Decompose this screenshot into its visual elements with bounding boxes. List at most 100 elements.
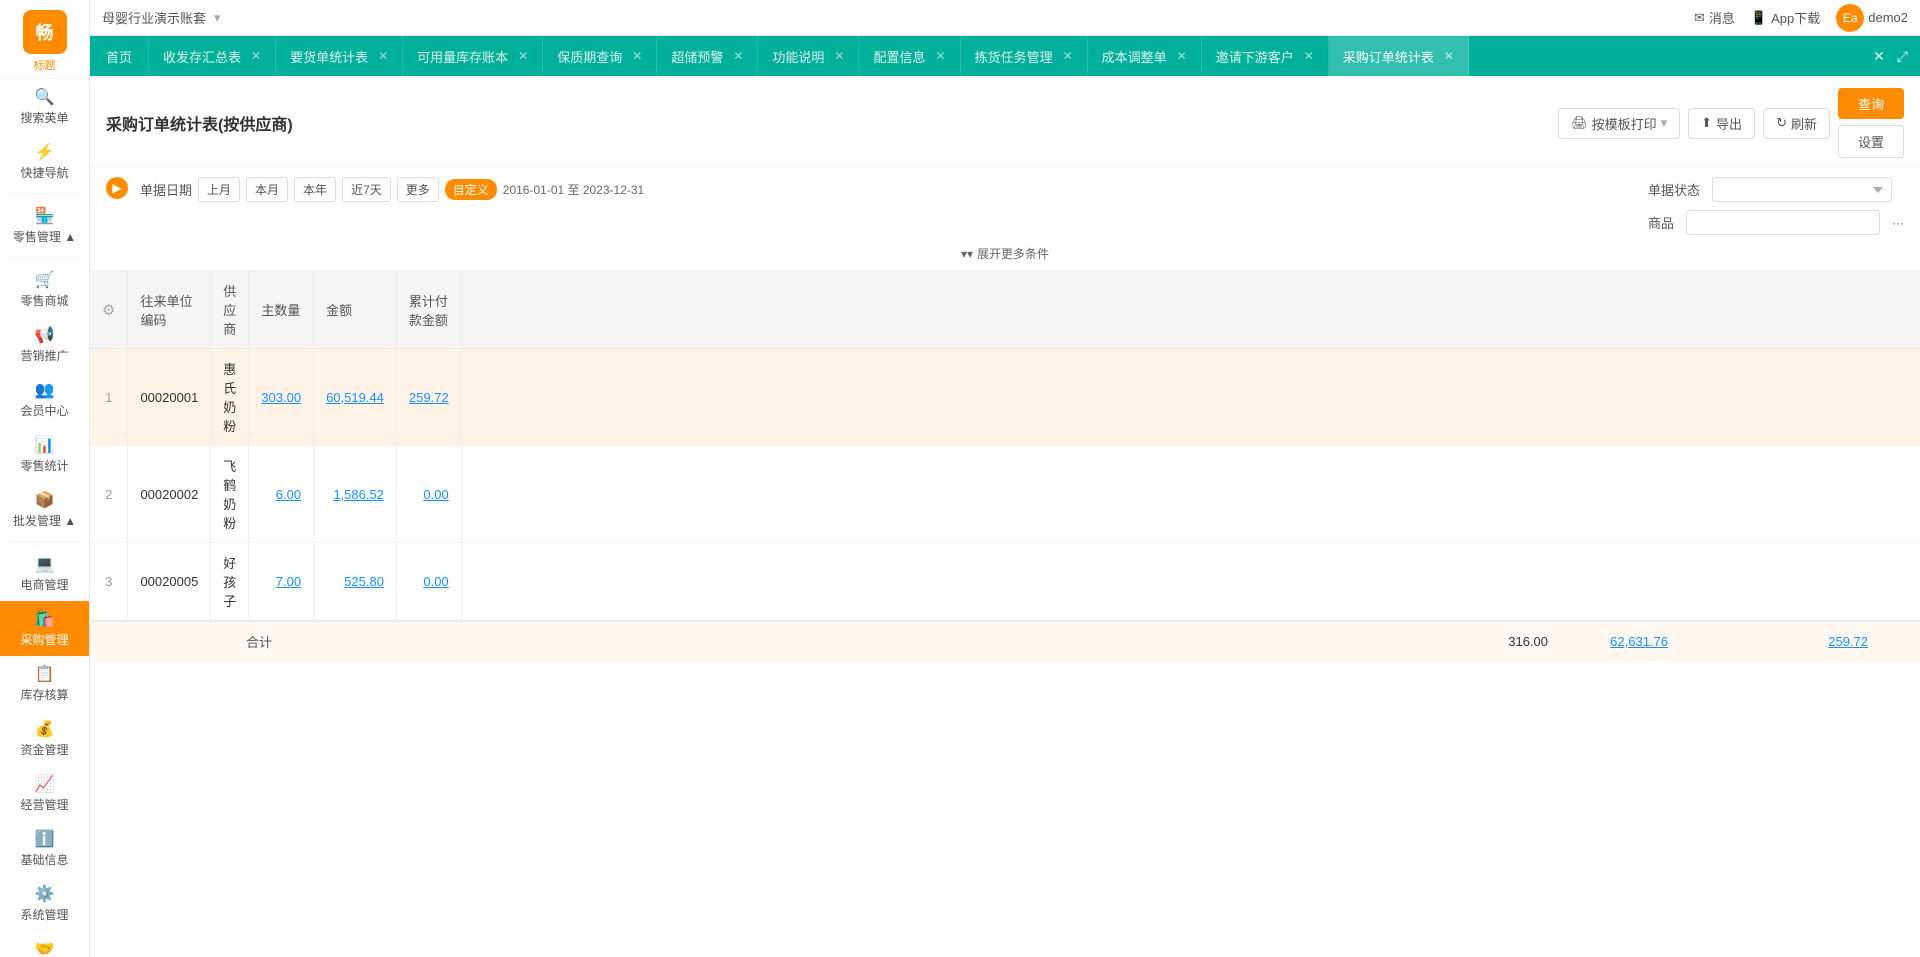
- sidebar-icon-13: ℹ️: [35, 829, 55, 849]
- sidebar-icon-14: ⚙️: [35, 884, 55, 904]
- tab-close-7[interactable]: ✕: [936, 49, 946, 63]
- filter-toggle-button[interactable]: ▶: [106, 177, 128, 199]
- sidebar-item-12[interactable]: 📈 经营管理: [0, 766, 89, 821]
- sidebar-label-9: 采购管理: [20, 631, 68, 648]
- sidebar-item-9[interactable]: 🛍️ 采购管理: [0, 601, 89, 656]
- sidebar-icon-3: 🛒: [35, 270, 55, 290]
- sidebar-item-8[interactable]: 💻 电商管理: [0, 546, 89, 601]
- app-download-action[interactable]: 📱 App下载: [1751, 8, 1820, 27]
- this-year-button[interactable]: 本年: [294, 177, 336, 202]
- refresh-button[interactable]: ↻ 刷新: [1763, 108, 1830, 139]
- sidebar-item-1[interactable]: ⚡ 快捷导航: [0, 134, 89, 189]
- table-row[interactable]: 2 00020002 飞鹤奶粉 6.00 1,586.52 0.00: [90, 446, 1920, 543]
- template-print-button[interactable]: 🖨 按模板打印 ▾: [1558, 108, 1680, 139]
- tab-close-8[interactable]: ✕: [1063, 49, 1073, 63]
- tab-close-9[interactable]: ✕: [1177, 49, 1187, 63]
- tab-close-11[interactable]: ✕: [1444, 49, 1454, 63]
- goods-more-icon[interactable]: ···: [1892, 216, 1904, 230]
- store-dropdown-icon[interactable]: ▾: [214, 10, 221, 26]
- cell-paid-0[interactable]: 259.72: [396, 349, 461, 446]
- restore-tabs-button[interactable]: ⤢: [1893, 44, 1912, 69]
- tab-7[interactable]: 配置信息✕: [859, 36, 960, 76]
- tab-close-5[interactable]: ✕: [733, 49, 743, 63]
- cell-amount-2[interactable]: 525.80: [314, 543, 397, 621]
- user-area[interactable]: Ea demo2: [1836, 4, 1908, 32]
- tab-11[interactable]: 采购订单统计表✕: [1329, 36, 1469, 76]
- cell-qty-1[interactable]: 6.00: [249, 446, 314, 543]
- tab-4[interactable]: 保质期查询✕: [543, 36, 657, 76]
- tab-0[interactable]: 首页: [90, 36, 149, 76]
- sidebar-item-3[interactable]: 🛒 零售商城: [0, 262, 89, 317]
- last-month-button[interactable]: 上月: [198, 177, 240, 202]
- tab-label-2: 要货单统计表: [290, 47, 368, 66]
- cell-paid-1[interactable]: 0.00: [396, 446, 461, 543]
- goods-input[interactable]: [1686, 210, 1880, 235]
- data-table: ⚙ 往来单位编码 供应商 主数量 金额 累计付款金额 1 00020001 惠氏…: [90, 271, 1920, 621]
- tab-close-3[interactable]: ✕: [518, 49, 528, 63]
- sidebar-divider-1: [10, 193, 79, 194]
- sidebar-label-4: 营销推广: [20, 347, 68, 364]
- tab-2[interactable]: 要货单统计表 ✕: [276, 36, 403, 76]
- sidebar-item-2[interactable]: 🏪 零售管理 ▲: [0, 198, 89, 253]
- this-month-button[interactable]: 本月: [246, 177, 288, 202]
- sidebar-item-14[interactable]: ⚙️ 系统管理: [0, 876, 89, 931]
- message-action[interactable]: ✉ 消息: [1694, 8, 1735, 27]
- sidebar-item-13[interactable]: ℹ️ 基础信息: [0, 821, 89, 876]
- table-row[interactable]: 1 00020001 惠氏奶粉 303.00 60,519.44 259.72: [90, 349, 1920, 446]
- cell-no-2: 3: [90, 543, 128, 621]
- cell-no-1: 2: [90, 446, 128, 543]
- tab-9[interactable]: 成本调整单✕: [1088, 36, 1202, 76]
- sidebar-icon-4: 📢: [35, 325, 55, 345]
- goods-filter-row: 商品 ···: [1648, 210, 1904, 235]
- th-paid: 累计付款金额: [396, 271, 461, 349]
- sidebar-item-15[interactable]: 🤝 企业协同: [0, 931, 89, 957]
- status-select[interactable]: [1712, 177, 1892, 202]
- expand-down-icon: ▾▾: [961, 247, 973, 261]
- tab-1[interactable]: 收发存汇总表 ✕: [149, 36, 276, 76]
- sidebar-label-14: 系统管理: [20, 906, 68, 923]
- expand-more-bar[interactable]: ▾▾ 展开更多条件: [90, 241, 1920, 270]
- tab-10[interactable]: 邀请下游客户✕: [1202, 36, 1329, 76]
- tab-3[interactable]: 可用量库存账本✕: [403, 36, 543, 76]
- settings-button[interactable]: 设置: [1838, 125, 1904, 158]
- tab-label-1: 收发存汇总表: [163, 47, 241, 66]
- tab-close-10[interactable]: ✕: [1304, 49, 1314, 63]
- sidebar-item-6[interactable]: 📊 零售统计: [0, 427, 89, 482]
- sidebar-icon-9: 🛍️: [35, 609, 55, 629]
- tab-5[interactable]: 超储预警✕: [657, 36, 758, 76]
- page-actions: 🖨 按模板打印 ▾ ⬆ 导出 ↻ 刷新 查询 设置: [1558, 88, 1904, 158]
- cell-paid-2[interactable]: 0.00: [396, 543, 461, 621]
- cell-qty-2[interactable]: 7.00: [249, 543, 314, 621]
- cell-code-0: 00020001: [128, 349, 211, 446]
- tab-label-0: 首页: [106, 47, 132, 66]
- cell-amount-1[interactable]: 1,586.52: [314, 446, 397, 543]
- tab-close-2[interactable]: ✕: [378, 49, 388, 63]
- export-icon: ⬆: [1701, 115, 1712, 131]
- tab-6[interactable]: 功能说明✕: [758, 36, 859, 76]
- query-button[interactable]: 查询: [1838, 88, 1904, 119]
- sidebar-item-0[interactable]: 🔍 搜索英单: [0, 79, 89, 134]
- sidebar-icon-8: 💻: [35, 554, 55, 574]
- sidebar-item-11[interactable]: 💰 资金管理: [0, 711, 89, 766]
- tab-close-4[interactable]: ✕: [632, 49, 642, 63]
- tab-close-6[interactable]: ✕: [834, 49, 844, 63]
- sidebar-item-10[interactable]: 📋 库存核算: [0, 656, 89, 711]
- tab-8[interactable]: 拣货任务管理✕: [961, 36, 1088, 76]
- sidebar-label-7: 批发管理 ▲: [13, 512, 76, 529]
- user-name: demo2: [1868, 10, 1908, 25]
- sidebar-item-5[interactable]: 👥 会员中心: [0, 372, 89, 427]
- close-all-tabs-button[interactable]: ✕: [1869, 44, 1889, 69]
- column-settings-icon[interactable]: ⚙: [102, 302, 115, 319]
- cell-amount-0[interactable]: 60,519.44: [314, 349, 397, 446]
- more-date-button[interactable]: 更多: [397, 177, 439, 202]
- cell-qty-0[interactable]: 303.00: [249, 349, 314, 446]
- sidebar-item-7[interactable]: 📦 批发管理 ▲: [0, 482, 89, 537]
- sidebar-item-4[interactable]: 📢 营销推广: [0, 317, 89, 372]
- sidebar-label-12: 经营管理: [20, 796, 68, 813]
- template-dropdown-icon: ▾: [1661, 115, 1668, 131]
- page-header: 采购订单统计表(按供应商) 🖨 按模板打印 ▾ ⬆ 导出 ↻ 刷新 查询 设置: [90, 76, 1920, 167]
- last-7days-button[interactable]: 近7天: [342, 177, 391, 202]
- tab-close-1[interactable]: ✕: [251, 49, 261, 63]
- export-button[interactable]: ⬆ 导出: [1688, 108, 1755, 139]
- table-row[interactable]: 3 00020005 好孩子 7.00 525.80 0.00: [90, 543, 1920, 621]
